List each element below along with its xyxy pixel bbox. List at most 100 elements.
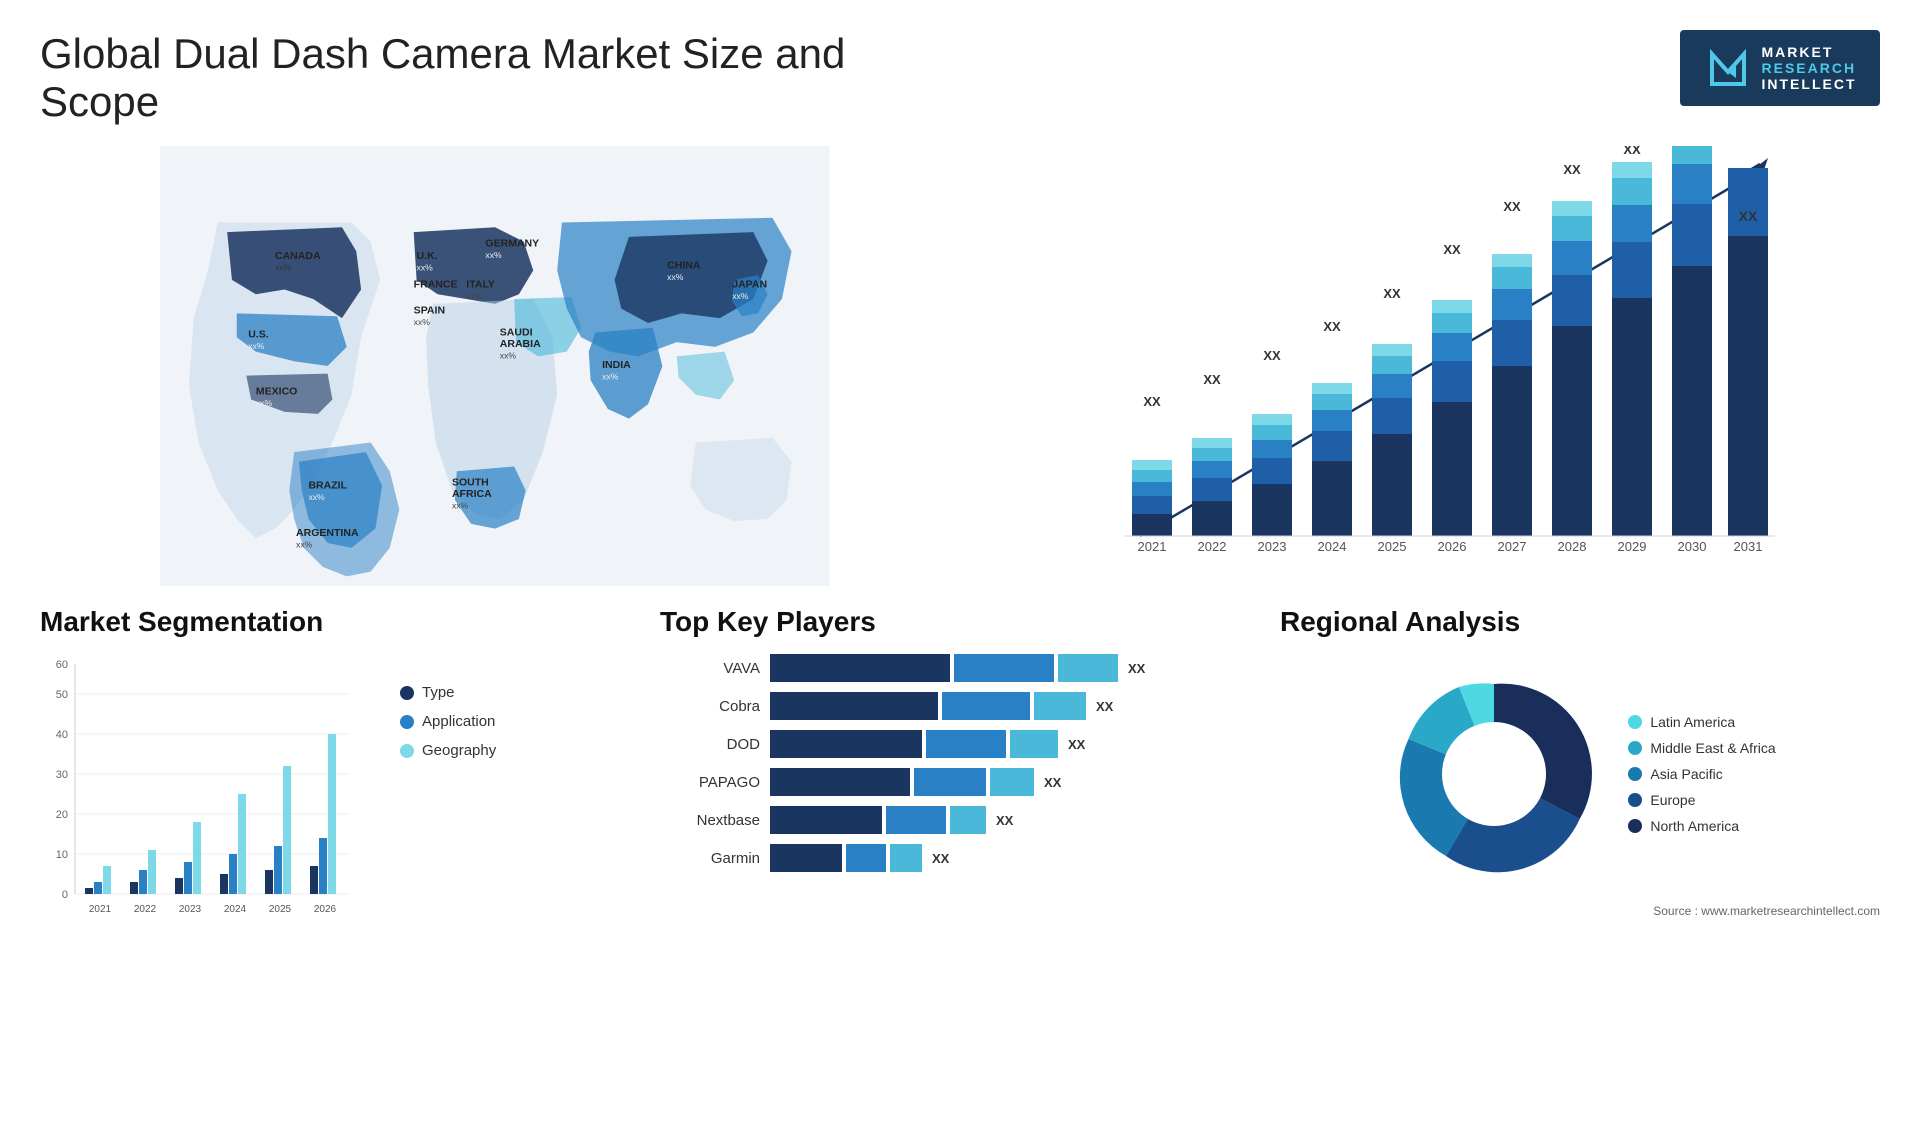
svg-text:ARGENTINA: ARGENTINA: [296, 527, 359, 539]
svg-text:2027: 2027: [1498, 539, 1527, 554]
player-xx-papago: XX: [1044, 775, 1061, 790]
bar-seg2: [914, 768, 986, 796]
bar-seg1: [770, 844, 842, 872]
player-name-garmin: Garmin: [660, 850, 760, 867]
svg-text:10: 10: [56, 849, 68, 861]
player-row-garmin: Garmin XX: [660, 844, 1260, 872]
bar-seg3: [950, 806, 986, 834]
player-xx-dod: XX: [1068, 737, 1085, 752]
legend-asia-pacific: Asia Pacific: [1628, 766, 1775, 782]
svg-text:xx%: xx%: [485, 250, 502, 260]
bar-seg1: [770, 654, 950, 682]
svg-text:XX: XX: [1323, 319, 1341, 334]
bar-chart-section: XX 2021 XX 2022 XX 2023: [970, 146, 1880, 586]
bar-seg2: [886, 806, 946, 834]
player-name-cobra: Cobra: [660, 698, 760, 715]
svg-text:AFRICA: AFRICA: [452, 488, 492, 500]
svg-text:GERMANY: GERMANY: [485, 237, 539, 249]
bar-seg2: [926, 730, 1006, 758]
svg-text:2023: 2023: [1258, 539, 1287, 554]
dot-europe: [1628, 793, 1642, 807]
svg-text:SPAIN: SPAIN: [414, 304, 445, 316]
bar-seg1: [770, 692, 938, 720]
label-na: North America: [1650, 818, 1739, 834]
svg-text:2022: 2022: [1198, 539, 1227, 554]
players-title: Top Key Players: [660, 606, 1260, 638]
bar-seg1: [770, 806, 882, 834]
svg-text:xx%: xx%: [414, 291, 431, 301]
player-bar-dod: XX: [770, 730, 1260, 758]
players-list: VAVA XX Cobra XX: [660, 654, 1260, 872]
logo-line1: MARKET: [1762, 44, 1857, 60]
svg-text:xx%: xx%: [414, 317, 431, 327]
bar-seg3: [990, 768, 1034, 796]
svg-text:xx%: xx%: [732, 291, 749, 301]
legend-app-dot: [400, 715, 414, 729]
player-bar-cobra: XX: [770, 692, 1260, 720]
bar-seg2: [846, 844, 886, 872]
player-xx-cobra: XX: [1096, 699, 1113, 714]
legend-latin-america: Latin America: [1628, 714, 1775, 730]
svg-text:U.S.: U.S.: [248, 328, 269, 340]
player-row-vava: VAVA XX: [660, 654, 1260, 682]
segmentation-chart: 0 10 20 30 40 50 60: [40, 654, 380, 934]
svg-text:XX: XX: [1203, 372, 1221, 387]
page-title: Global Dual Dash Camera Market Size and …: [40, 30, 940, 126]
legend-app-label: Application: [422, 713, 495, 730]
svg-text:xx%: xx%: [248, 341, 265, 351]
svg-text:xx%: xx%: [667, 272, 684, 282]
svg-text:CANADA: CANADA: [275, 250, 321, 262]
bar-seg2: [954, 654, 1054, 682]
player-bar-nextbase: XX: [770, 806, 1260, 834]
svg-text:BRAZIL: BRAZIL: [308, 479, 347, 491]
svg-text:60: 60: [56, 659, 68, 671]
svg-text:U.K.: U.K.: [417, 250, 438, 262]
bar-seg3: [1010, 730, 1058, 758]
world-map-section: CANADA xx% U.S. xx% MEXICO xx% BRAZIL xx…: [40, 146, 950, 586]
svg-text:XX: XX: [1443, 242, 1461, 257]
svg-text:xx%: xx%: [452, 501, 469, 511]
svg-text:xx%: xx%: [308, 492, 325, 502]
svg-text:xx%: xx%: [602, 371, 619, 381]
player-bar-vava: XX: [770, 654, 1260, 682]
legend-type-label: Type: [422, 684, 455, 701]
svg-text:xx%: xx%: [466, 291, 483, 301]
regional-legend: Latin America Middle East & Africa Asia …: [1628, 714, 1775, 834]
svg-text:JAPAN: JAPAN: [732, 279, 767, 291]
legend-middle-east: Middle East & Africa: [1628, 740, 1775, 756]
player-xx-vava: XX: [1128, 661, 1145, 676]
legend-geography: Geography: [400, 742, 496, 759]
svg-text:20: 20: [56, 809, 68, 821]
svg-text:50: 50: [56, 689, 68, 701]
player-row-cobra: Cobra XX: [660, 692, 1260, 720]
svg-text:0: 0: [62, 889, 68, 901]
svg-text:2028: 2028: [1558, 539, 1587, 554]
player-row-nextbase: Nextbase XX: [660, 806, 1260, 834]
svg-text:XX: XX: [1503, 199, 1521, 214]
svg-text:XX: XX: [1383, 286, 1401, 301]
svg-text:XX: XX: [1263, 348, 1281, 363]
player-xx-garmin: XX: [932, 851, 949, 866]
player-bar-garmin: XX: [770, 844, 1260, 872]
bar-seg3: [1058, 654, 1118, 682]
svg-text:30: 30: [56, 769, 68, 781]
logo: MARKET RESEARCH INTELLECT: [1680, 30, 1880, 106]
svg-text:SOUTH: SOUTH: [452, 477, 489, 489]
bar-seg2: [942, 692, 1030, 720]
legend-type: Type: [400, 684, 496, 701]
svg-text:xx%: xx%: [275, 262, 292, 272]
label-mea: Middle East & Africa: [1650, 740, 1775, 756]
segmentation-title: Market Segmentation: [40, 606, 640, 638]
player-bar-papago: XX: [770, 768, 1260, 796]
bar-seg3: [1034, 692, 1086, 720]
bar-seg1: [770, 768, 910, 796]
svg-text:xx%: xx%: [296, 540, 313, 550]
svg-text:2021: 2021: [1138, 539, 1167, 554]
svg-text:XX: XX: [1143, 394, 1161, 409]
svg-text:2025: 2025: [1378, 539, 1407, 554]
bottom-section: Market Segmentation 0 10 20 30 40: [40, 606, 1880, 934]
bar-seg1: [770, 730, 922, 758]
legend-geo-dot: [400, 744, 414, 758]
svg-text:ARABIA: ARABIA: [500, 338, 541, 350]
player-name-vava: VAVA: [660, 660, 760, 677]
